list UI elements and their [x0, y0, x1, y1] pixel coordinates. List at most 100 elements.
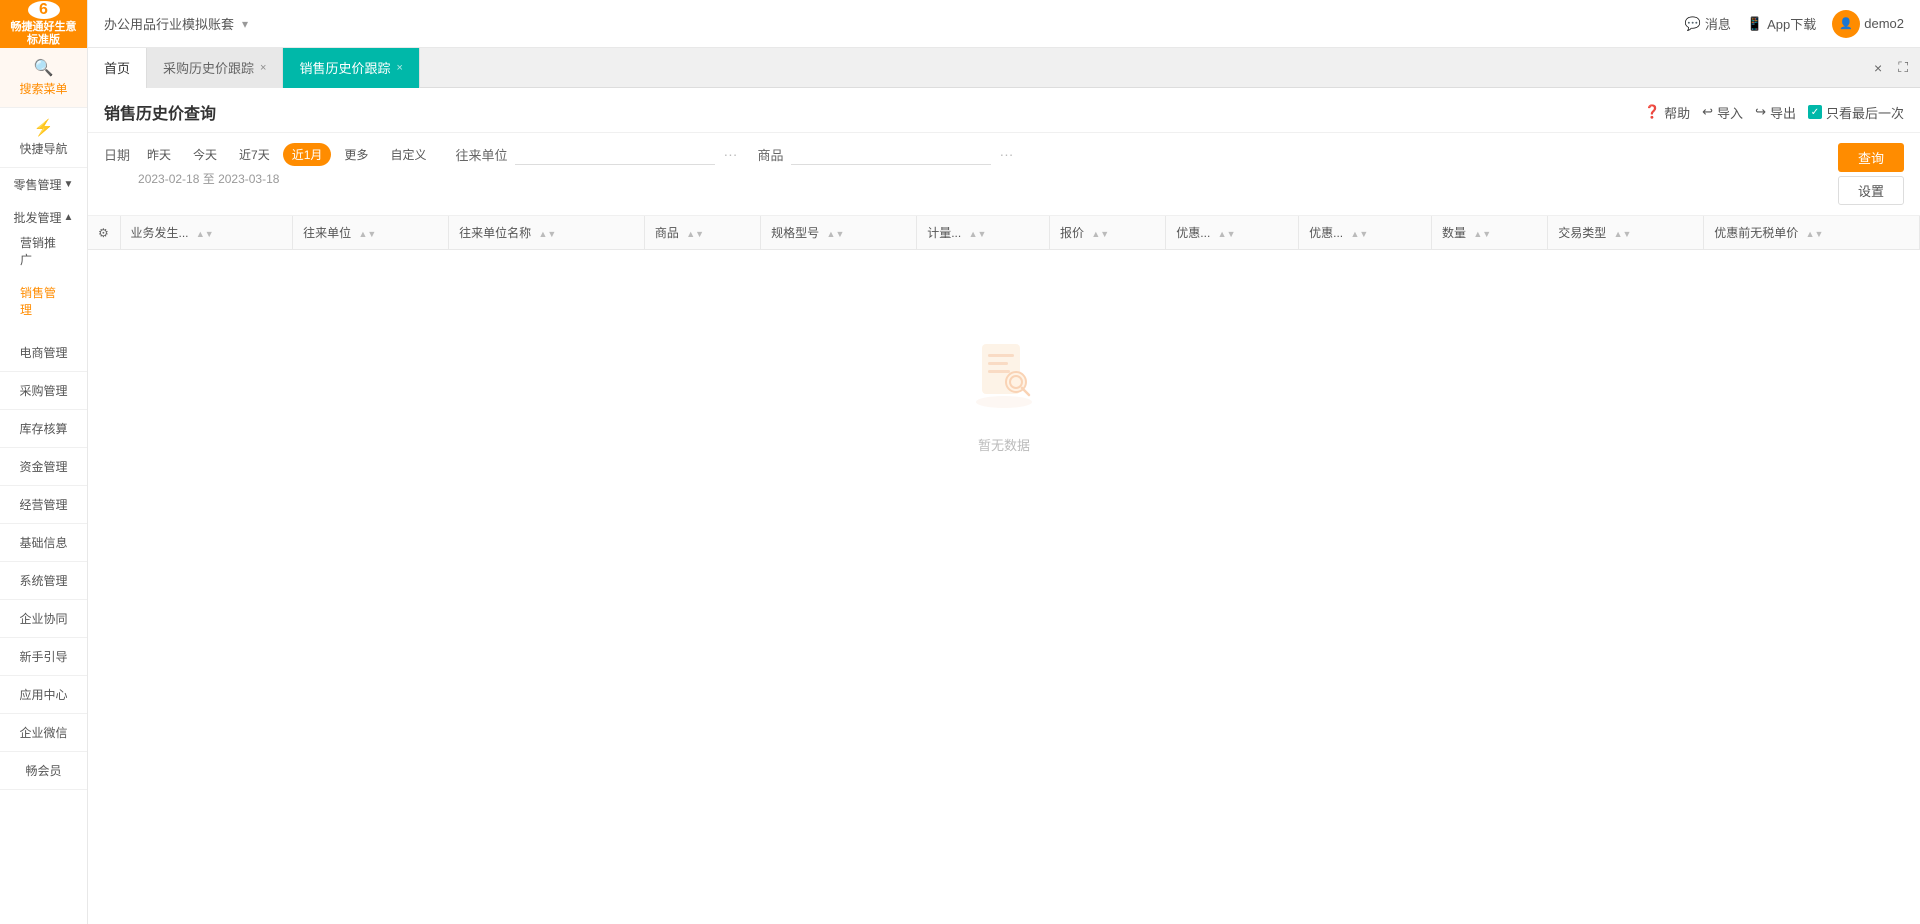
table-head: ⚙ 业务发生... ▲▼ 往来单位 ▲▼ 往来单位名称 ▲▼ [88, 216, 1920, 250]
export-label: 导出 [1770, 103, 1796, 122]
col-price-label: 报价 [1060, 226, 1084, 240]
partner-input-row: ··· [515, 143, 737, 165]
table-col-partner-code: 往来单位 ▲▼ [293, 216, 449, 250]
sort-icon[interactable]: ▲▼ [358, 230, 376, 239]
goods-input-dots[interactable]: ··· [999, 146, 1013, 162]
last-only-checkbox[interactable]: ✓ 只看最后一次 [1808, 103, 1904, 122]
sidebar-sub-marketing[interactable]: 营销推广 [4, 226, 83, 276]
date-range-text: 2023-02-18 至 2023-03-18 [138, 170, 435, 187]
export-icon: ↪ [1755, 104, 1766, 120]
date-btn-more[interactable]: 更多 [335, 143, 377, 166]
sidebar-item-guide[interactable]: 新手引导 [0, 638, 87, 676]
sidebar-item-inventory[interactable]: 库存核算 [0, 410, 87, 448]
date-row1: 昨天 今天 近7天 近1月 更多 自定义 [138, 143, 435, 166]
goods-input[interactable] [791, 143, 991, 165]
table-settings-icon[interactable]: ⚙ [98, 226, 109, 240]
import-icon: ↩ [1702, 104, 1713, 120]
sort-icon[interactable]: ▲▼ [1806, 230, 1824, 239]
sidebar-item-retail[interactable]: 零售管理 ▼ [0, 168, 87, 201]
topbar-left: 办公用品行业模拟账套 ▾ [104, 14, 248, 33]
sort-icon[interactable]: ▲▼ [538, 230, 556, 239]
fullscreen-button[interactable]: ⛶ [1894, 55, 1912, 80]
sort-icon[interactable]: ▲▼ [1473, 230, 1491, 239]
sidebar-item-wechat[interactable]: 企业微信 [0, 714, 87, 752]
sort-icon[interactable]: ▲▼ [1350, 230, 1368, 239]
data-table: ⚙ 业务发生... ▲▼ 往来单位 ▲▼ 往来单位名称 ▲▼ [88, 216, 1920, 250]
empty-state: 暂无数据 [88, 250, 1920, 534]
sort-icon[interactable]: ▲▼ [686, 230, 704, 239]
help-button[interactable]: ❓ 帮助 [1644, 103, 1690, 122]
sidebar-item-apps[interactable]: 应用中心 [0, 676, 87, 714]
sidebar-item-operations[interactable]: 经营管理 [0, 486, 87, 524]
query-button[interactable]: 查询 [1838, 143, 1904, 172]
export-button[interactable]: ↪ 导出 [1755, 103, 1796, 122]
sort-icon[interactable]: ▲▼ [196, 230, 214, 239]
sort-icon[interactable]: ▲▼ [969, 230, 987, 239]
sidebar-item-enterprise[interactable]: 企业协同 [0, 600, 87, 638]
table-col-price: 报价 ▲▼ [1050, 216, 1166, 250]
app-download-button[interactable]: 📱 App下载 [1747, 14, 1816, 33]
sidebar-apps-label: 应用中心 [19, 686, 67, 703]
page-actions: ❓ 帮助 ↩ 导入 ↪ 导出 ✓ 只看最后一次 [1644, 103, 1904, 122]
help-icon: ❓ [1644, 104, 1660, 120]
sort-icon[interactable]: ▲▼ [1218, 230, 1236, 239]
checkbox-checked-icon: ✓ [1808, 105, 1822, 119]
tab-purchase-close-icon[interactable]: × [260, 62, 266, 74]
table-col-no-tax-price: 优惠前无税单价 ▲▼ [1704, 216, 1920, 250]
sidebar-search-label: 搜索菜单 [19, 80, 67, 97]
tab-purchase-history-label: 采购历史价跟踪 [163, 58, 254, 77]
sort-icon[interactable]: ▲▼ [1614, 230, 1632, 239]
sort-icon[interactable]: ▲▼ [827, 230, 845, 239]
date-buttons: 昨天 今天 近7天 近1月 更多 自定义 2023-02-18 至 2023-0… [138, 143, 435, 187]
table-col-spec: 规格型号 ▲▼ [761, 216, 917, 250]
topbar-dropdown-icon[interactable]: ▾ [242, 17, 248, 31]
sidebar-item-basic[interactable]: 基础信息 [0, 524, 87, 562]
sidebar-basic-label: 基础信息 [19, 534, 67, 551]
download-icon: 📱 [1747, 16, 1763, 32]
sidebar-item-purchase[interactable]: 采购管理 [0, 372, 87, 410]
sidebar-sub-sales[interactable]: 销售管理 [4, 276, 83, 326]
table-col-goods: 商品 ▲▼ [644, 216, 760, 250]
partner-input-dots[interactable]: ··· [723, 146, 737, 162]
tab-sales-history[interactable]: 销售历史价跟踪 × [283, 48, 419, 88]
setting-button[interactable]: 设置 [1838, 176, 1904, 205]
tab-purchase-history[interactable]: 采购历史价跟踪 × [147, 48, 283, 88]
close-all-tabs-button[interactable]: × [1870, 56, 1886, 80]
sidebar-item-finance[interactable]: 资金管理 [0, 448, 87, 486]
sidebar-item-system[interactable]: 系统管理 [0, 562, 87, 600]
col-no-tax-price-label: 优惠前无税单价 [1714, 226, 1798, 240]
tab-home[interactable]: 首页 [88, 48, 147, 88]
sidebar-item-quick-nav[interactable]: ⚡ 快捷导航 [0, 108, 87, 168]
sidebar-wholesale-label: 批发管理 [14, 209, 62, 226]
date-btn-yesterday[interactable]: 昨天 [138, 143, 180, 166]
date-btn-7days[interactable]: 近7天 [230, 143, 279, 166]
chevron-down-icon: ▼ [64, 179, 74, 190]
user-menu[interactable]: 👤 demo2 [1832, 10, 1904, 38]
table-header-row: ⚙ 业务发生... ▲▼ 往来单位 ▲▼ 往来单位名称 ▲▼ [88, 216, 1920, 250]
quicknav-icon: ⚡ [34, 118, 54, 138]
partner-input[interactable] [515, 143, 715, 165]
help-label: 帮助 [1664, 103, 1690, 122]
sidebar-item-member[interactable]: 畅会员 [0, 752, 87, 790]
chevron-up-icon: ▲ [64, 212, 74, 223]
content-area: 销售历史价查询 ❓ 帮助 ↩ 导入 ↪ 导出 ✓ 只看最后一次 [88, 88, 1920, 924]
tab-sales-close-icon[interactable]: × [396, 62, 402, 74]
date-filter-label: 日期 [104, 143, 130, 164]
tab-home-label: 首页 [104, 58, 130, 77]
sidebar-item-ecommerce[interactable]: 电商管理 [0, 334, 87, 372]
sidebar-item-wholesale[interactable]: 批发管理 ▲ 营销推广 销售管理 [0, 201, 87, 334]
col-partner-name-label: 往来单位名称 [459, 226, 531, 240]
date-btn-1month[interactable]: 近1月 [283, 143, 332, 166]
date-btn-today[interactable]: 今天 [184, 143, 226, 166]
sidebar-ecommerce-label: 电商管理 [19, 344, 67, 361]
sidebar-item-search[interactable]: 🔍 搜索菜单 [0, 48, 87, 108]
message-label: 消息 [1705, 14, 1731, 33]
sort-icon[interactable]: ▲▼ [1091, 230, 1109, 239]
sidebar-wechat-label: 企业微信 [19, 724, 67, 741]
col-goods-label: 商品 [655, 226, 679, 240]
import-button[interactable]: ↩ 导入 [1702, 103, 1743, 122]
message-button[interactable]: 💬 消息 [1685, 14, 1731, 33]
topbar-title: 办公用品行业模拟账套 [104, 14, 234, 33]
date-btn-custom[interactable]: 自定义 [381, 143, 435, 166]
avatar-icon: 👤 [1839, 17, 1853, 30]
